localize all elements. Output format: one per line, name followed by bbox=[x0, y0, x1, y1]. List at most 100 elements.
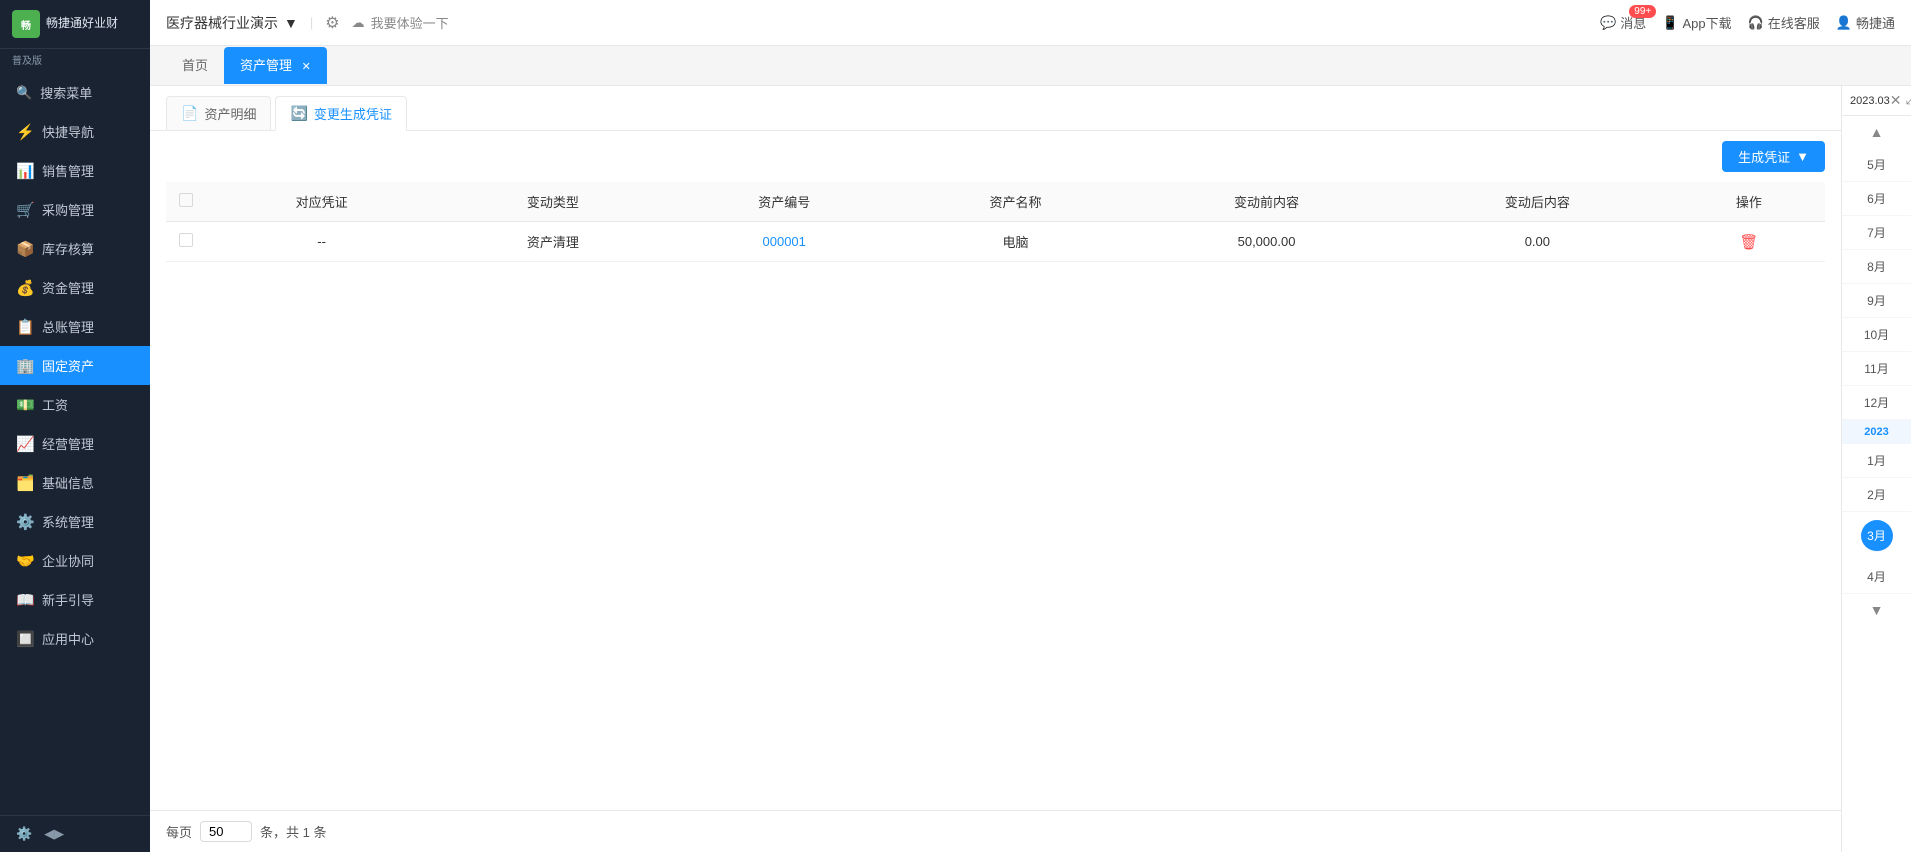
cal-month-5[interactable]: 5月 bbox=[1842, 148, 1911, 182]
calendar-scroll: ▲ 5月 6月 7月 8月 9月 10月 11月 12月 2023 1月 2月 … bbox=[1842, 116, 1911, 852]
user-avatar[interactable]: 👤 畅捷通 bbox=[1836, 13, 1895, 32]
pagination: 每页 50 10 20 100 条，共 1 条 bbox=[150, 810, 1841, 852]
sidebar-item-app-center[interactable]: 🔲 应用中心 bbox=[0, 619, 150, 658]
operations-icon: 📈 bbox=[16, 435, 34, 453]
th-asset-code: 资产编号 bbox=[669, 182, 900, 222]
company-selector[interactable]: 医疗器械行业演示 ▼ bbox=[166, 13, 298, 33]
select-all-checkbox[interactable] bbox=[179, 193, 193, 207]
app-download-button[interactable]: 📱 App下载 bbox=[1662, 13, 1731, 32]
th-before-change: 变动前内容 bbox=[1131, 182, 1402, 222]
sidebar-item-operations[interactable]: 📈 经营管理 bbox=[0, 424, 150, 463]
company-dropdown-icon: ▼ bbox=[284, 15, 298, 31]
table-header-row: 对应凭证 变动类型 资产编号 资产名称 变动前内容 变动后内容 操作 bbox=[166, 182, 1825, 222]
cal-month-8[interactable]: 8月 bbox=[1842, 250, 1911, 284]
sidebar-item-label: 库存核算 bbox=[42, 239, 94, 258]
sidebar-item-fixed-assets[interactable]: 🏢 固定资产 bbox=[0, 346, 150, 385]
change-voucher-table: 对应凭证 变动类型 资产编号 资产名称 变动前内容 变动后内容 操作 bbox=[166, 182, 1825, 262]
sidebar-bottom-icons: ⚙️ ◀▶ bbox=[16, 826, 64, 842]
cal-month-11[interactable]: 11月 bbox=[1842, 352, 1911, 386]
th-asset-name: 资产名称 bbox=[900, 182, 1131, 222]
content-area: 📄 资产明细 🔄 变更生成凭证 生成凭证 ▼ bbox=[150, 86, 1841, 852]
cell-asset-name: 电脑 bbox=[900, 222, 1131, 262]
cal-month-12[interactable]: 12月 bbox=[1842, 386, 1911, 420]
calendar-up-button[interactable]: ▲ bbox=[1865, 120, 1889, 144]
sidebar-item-guide[interactable]: 📖 新手引导 bbox=[0, 580, 150, 619]
sidebar-item-payroll[interactable]: 💵 工资 bbox=[0, 385, 150, 424]
topbar-right: 💬 消息 99+ 📱 App下载 🎧 在线客服 👤 畅捷通 bbox=[1600, 13, 1895, 32]
cell-after-change: 0.00 bbox=[1402, 222, 1673, 262]
total-label: 条，共 1 条 bbox=[260, 822, 326, 841]
app-logo-icon: 畅 bbox=[12, 10, 40, 38]
row-checkbox[interactable] bbox=[179, 233, 193, 247]
search-icon: 🔍 bbox=[16, 85, 32, 101]
sidebar-item-corp-collab[interactable]: 🤝 企业协同 bbox=[0, 541, 150, 580]
feedback-label: 我要体验一下 bbox=[371, 13, 449, 32]
table-row: -- 资产清理 000001 电脑 50,000.00 0.00 🗑 bbox=[166, 222, 1825, 262]
sidebar-item-quick-nav[interactable]: ⚡ 快捷导航 bbox=[0, 112, 150, 151]
tab-asset-mgmt[interactable]: 资产管理 ✕ bbox=[224, 47, 327, 84]
generate-voucher-dropdown-icon: ▼ bbox=[1796, 149, 1809, 164]
calendar-close-button[interactable]: ✕ bbox=[1890, 92, 1902, 109]
sub-tab-change-voucher[interactable]: 🔄 变更生成凭证 bbox=[275, 96, 406, 131]
sidebar-item-funds[interactable]: 💰 资金管理 bbox=[0, 268, 150, 307]
tab-home[interactable]: 首页 bbox=[166, 47, 224, 84]
sidebar-item-label: 采购管理 bbox=[42, 200, 94, 219]
fixed-assets-icon: 🏢 bbox=[16, 357, 34, 375]
sidebar-item-ledger[interactable]: 📋 总账管理 bbox=[0, 307, 150, 346]
sidebar-item-label: 新手引导 bbox=[42, 590, 94, 609]
user-icon: 👤 bbox=[1836, 15, 1852, 31]
sidebar-item-basic-info[interactable]: 🗂️ 基础信息 bbox=[0, 463, 150, 502]
sidebar-search[interactable]: 🔍 搜索菜单 bbox=[0, 73, 150, 112]
generate-voucher-button[interactable]: 生成凭证 ▼ bbox=[1722, 141, 1825, 172]
cell-asset-code: 000001 bbox=[669, 222, 900, 262]
sidebar-item-label: 基础信息 bbox=[42, 473, 94, 492]
sidebar-item-sales[interactable]: 📊 销售管理 bbox=[0, 151, 150, 190]
cal-month-6[interactable]: 6月 bbox=[1842, 182, 1911, 216]
cal-2023-month-3[interactable]: 3月 bbox=[1861, 520, 1893, 552]
th-after-change: 变动后内容 bbox=[1402, 182, 1673, 222]
sub-tab-change-voucher-label: 变更生成凭证 bbox=[314, 104, 392, 123]
asset-detail-icon: 📄 bbox=[181, 105, 198, 122]
tab-close-icon[interactable]: ✕ bbox=[302, 61, 311, 73]
calendar-down-button[interactable]: ▼ bbox=[1865, 598, 1889, 622]
th-checkbox bbox=[166, 182, 206, 222]
corp-collab-icon: 🤝 bbox=[16, 552, 34, 570]
user-label: 畅捷通 bbox=[1856, 13, 1895, 32]
sidebar-search-label: 搜索菜单 bbox=[40, 83, 92, 102]
sidebar-item-inventory[interactable]: 📦 库存核算 bbox=[0, 229, 150, 268]
sidebar: 畅 畅捷通好业财 普及版 🔍 搜索菜单 ⚡ 快捷导航 📊 销售管理 🛒 采购管理… bbox=[0, 0, 150, 852]
sales-icon: 📊 bbox=[16, 162, 34, 180]
app-download-icon: 📱 bbox=[1662, 15, 1678, 31]
settings-gear-icon[interactable]: ⚙ bbox=[325, 13, 339, 33]
customer-service-button[interactable]: 🎧 在线客服 bbox=[1748, 13, 1820, 32]
sidebar-item-system[interactable]: ⚙️ 系统管理 bbox=[0, 502, 150, 541]
sidebar-item-label: 工资 bbox=[42, 395, 68, 414]
customer-service-label: 在线客服 bbox=[1768, 13, 1820, 32]
app-edition: 普及版 bbox=[0, 49, 150, 73]
settings-icon[interactable]: ⚙️ bbox=[16, 826, 32, 842]
sidebar-item-label: 系统管理 bbox=[42, 512, 94, 531]
sub-tab-asset-detail[interactable]: 📄 资产明细 bbox=[166, 96, 271, 130]
cal-2023-month-1[interactable]: 1月 bbox=[1842, 444, 1911, 478]
message-button[interactable]: 💬 消息 99+ bbox=[1600, 13, 1646, 32]
per-page-select[interactable]: 50 10 20 100 bbox=[200, 821, 252, 842]
cal-month-7[interactable]: 7月 bbox=[1842, 216, 1911, 250]
sidebar-item-label: 快捷导航 bbox=[42, 122, 94, 141]
cal-month-9[interactable]: 9月 bbox=[1842, 284, 1911, 318]
toolbar: 生成凭证 ▼ bbox=[150, 131, 1841, 182]
table-wrapper: 对应凭证 变动类型 资产编号 资产名称 变动前内容 变动后内容 操作 bbox=[150, 182, 1841, 810]
cal-month-10[interactable]: 10月 bbox=[1842, 318, 1911, 352]
cal-2023-month-2[interactable]: 2月 bbox=[1842, 478, 1911, 512]
cell-change-type: 资产清理 bbox=[437, 222, 668, 262]
calendar-expand-button[interactable]: ⤢ bbox=[1906, 92, 1911, 109]
cal-2023-month-4[interactable]: 4月 bbox=[1842, 560, 1911, 594]
delete-row-icon[interactable]: 🗑 bbox=[1739, 234, 1758, 251]
collapse-icon[interactable]: ◀▶ bbox=[44, 826, 64, 842]
message-icon: 💬 bbox=[1600, 15, 1616, 31]
guide-icon: 📖 bbox=[16, 591, 34, 609]
generate-voucher-label: 生成凭证 bbox=[1738, 147, 1790, 166]
sub-tab-asset-detail-label: 资产明细 bbox=[204, 104, 256, 123]
sidebar-item-purchase[interactable]: 🛒 采购管理 bbox=[0, 190, 150, 229]
customer-service-icon: 🎧 bbox=[1748, 15, 1764, 31]
feedback-button[interactable]: ☁ 我要体验一下 bbox=[352, 13, 449, 32]
